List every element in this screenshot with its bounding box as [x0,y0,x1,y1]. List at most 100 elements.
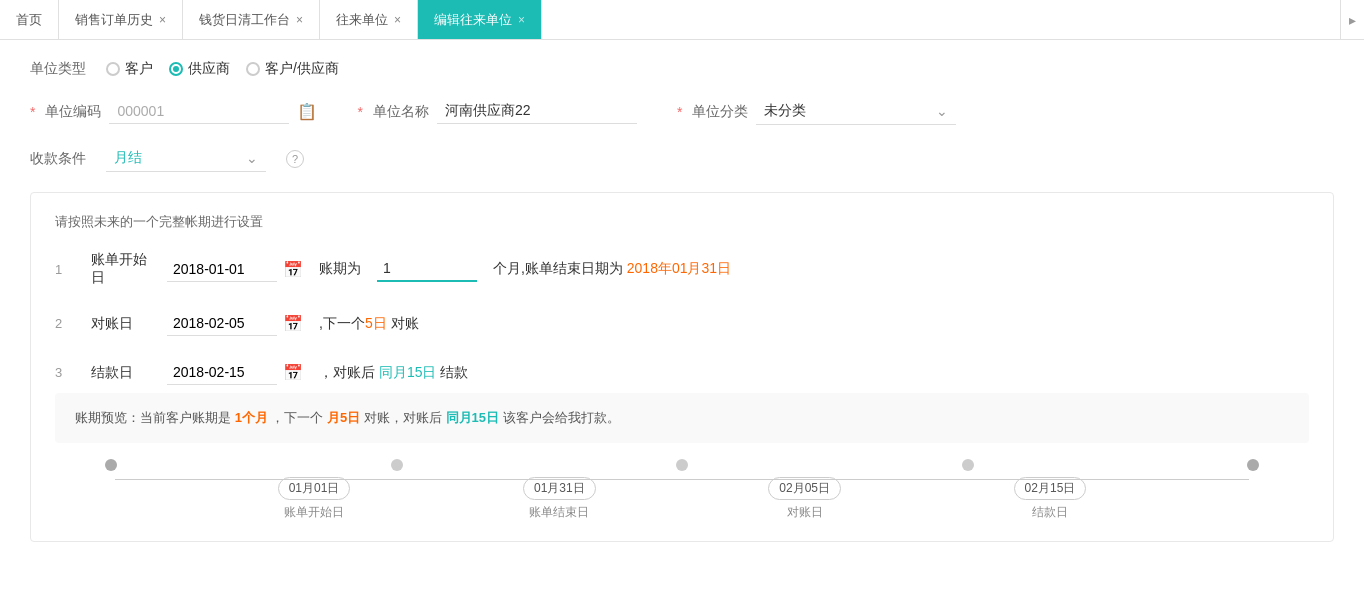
row-2-label: 对账日 [91,315,151,333]
tab-sales-order-close[interactable]: × [159,13,166,27]
settlement-row-2: 2 对账日 📅 ,下一个5日 对账 [55,311,1309,336]
tab-cash-work[interactable]: 钱货日清工作台 × [183,0,320,39]
timeline-badge-3: 02月15日 [1014,477,1087,500]
payment-row: 收款条件 月结 ⌄ ? [30,145,1334,172]
row-1-period-unit: 个月,账单结束日期为 2018年01月31日 [493,260,731,278]
timeline-label-0: 账单开始日 [284,504,344,521]
radio-supplier[interactable]: 供应商 [169,60,230,78]
category-select[interactable]: 未分类 ⌄ [756,98,956,125]
unit-type-radio-group: 客户 供应商 客户/供应商 [106,60,339,78]
tab-more-arrow[interactable]: ▸ [1340,0,1364,39]
timeline-badge-1: 01月31日 [523,477,596,500]
code-required: * [30,104,35,120]
main-content: 单位类型 客户 供应商 客户/供应商 * 单位编码 📋 * 单位名称 [0,40,1364,608]
radio-customer[interactable]: 客户 [106,60,153,78]
timeline-outer: 01月01日 账单开始日 01月31日 账单结束日 02月05日 对账日 02月… [55,459,1309,521]
radio-supplier-label: 供应商 [188,60,230,78]
timeline-badge-4-wrap: 02月15日 结款日 [1014,477,1087,521]
timeline-point-end [1247,459,1259,471]
code-label: 单位编码 [45,103,101,121]
timeline-dot-2 [676,459,688,471]
payment-help-icon[interactable]: ? [286,150,304,168]
payment-arrow-icon: ⌄ [246,150,258,166]
name-input[interactable] [437,99,637,124]
row-3-highlight: 同月15日 [379,364,437,380]
radio-customer-circle [106,62,120,76]
tab-partner-label: 往来单位 [336,11,388,29]
settlement-row-3: 3 结款日 📅 ，对账后 同月15日 结款 [55,360,1309,385]
row-3-calendar-icon[interactable]: 📅 [283,363,303,382]
category-value: 未分类 [764,102,930,120]
tab-home[interactable]: 首页 [0,0,59,39]
tab-edit-partner-close[interactable]: × [518,13,525,27]
row-1-period-end: 2018年01月31日 [627,260,731,276]
row-1-label: 账单开始日 [91,251,151,287]
timeline-label-3: 结款日 [1032,504,1068,521]
row-3-date-wrap: 📅 [167,360,303,385]
category-required: * [677,104,682,120]
tab-partner[interactable]: 往来单位 × [320,0,418,39]
timeline-point-0 [105,459,117,471]
row-2-calendar-icon[interactable]: 📅 [283,314,303,333]
unit-type-label: 单位类型 [30,60,86,78]
tab-sales-order[interactable]: 销售订单历史 × [59,0,183,39]
row-1-num: 1 [55,262,75,277]
category-group: * 单位分类 未分类 ⌄ [677,98,956,125]
timeline-dot-1 [391,459,403,471]
row-1-date-wrap: 📅 [167,257,303,282]
preview-highlight1: 1个月 [235,410,268,425]
tab-edit-partner-label: 编辑往来单位 [434,11,512,29]
category-label: 单位分类 [692,103,748,121]
row-2-date-input[interactable] [167,311,277,336]
payment-label: 收款条件 [30,150,86,168]
tab-partner-close[interactable]: × [394,13,401,27]
timeline-point-1 [391,459,403,471]
settlement-row-1: 1 账单开始日 📅 账期为 个月,账单结束日期为 2018年01月31日 [55,251,1309,287]
preview-highlight2: 月5日 [327,410,360,425]
row-3-num: 3 [55,365,75,380]
tabs-bar: 首页 销售订单历史 × 钱货日清工作台 × 往来单位 × 编辑往来单位 × ▸ [0,0,1364,40]
row-3-label: 结款日 [91,364,151,382]
tab-cash-work-label: 钱货日清工作台 [199,11,290,29]
row-2-desc: ,下一个5日 对账 [319,315,419,333]
timeline-dot-end [1247,459,1259,471]
tab-home-label: 首页 [16,11,42,29]
payment-value: 月结 [114,149,240,167]
name-required: * [357,104,362,120]
timeline-badge-1-wrap: 01月01日 账单开始日 [278,477,351,521]
settlement-box: 请按照未来的一个完整帐期进行设置 1 账单开始日 📅 账期为 个月,账单结束日期… [30,192,1334,542]
preview-middle2: 对账，对账后 [364,410,446,425]
timeline-dot-3 [962,459,974,471]
code-name-row: * 单位编码 📋 * 单位名称 * 单位分类 未分类 ⌄ [30,98,1334,125]
radio-supplier-circle [169,62,183,76]
timeline-label-2: 对账日 [787,504,823,521]
timeline-badge-0: 01月01日 [278,477,351,500]
row-3-date-input[interactable] [167,360,277,385]
preview-prefix: 账期预览：当前客户账期是 [75,410,231,425]
row-1-period-input[interactable] [377,256,477,282]
code-copy-icon[interactable]: 📋 [297,102,317,121]
timeline-badge-2: 02月05日 [768,477,841,500]
row-2-num: 2 [55,316,75,331]
row-1-date-input[interactable] [167,257,277,282]
radio-both[interactable]: 客户/供应商 [246,60,339,78]
code-input[interactable] [109,99,289,124]
row-2-date-wrap: 📅 [167,311,303,336]
row-1-period-label: 账期为 [319,260,361,278]
code-group: * 单位编码 📋 [30,99,317,124]
row-1-calendar-icon[interactable]: 📅 [283,260,303,279]
radio-both-circle [246,62,260,76]
radio-customer-label: 客户 [125,60,153,78]
name-group: * 单位名称 [357,99,636,124]
timeline-point-2 [676,459,688,471]
timeline-dot-0 [105,459,117,471]
tab-edit-partner[interactable]: 编辑往来单位 × [418,0,542,39]
settlement-title: 请按照未来的一个完整帐期进行设置 [55,213,1309,231]
payment-dropdown[interactable]: 月结 ⌄ [106,145,266,172]
timeline-badge-2-wrap: 01月31日 账单结束日 [523,477,596,521]
timeline-badge-3-wrap: 02月05日 对账日 [768,477,841,521]
tab-cash-work-close[interactable]: × [296,13,303,27]
category-arrow-icon: ⌄ [936,103,948,119]
row-3-desc: ，对账后 同月15日 结款 [319,364,468,382]
timeline-point-3 [962,459,974,471]
